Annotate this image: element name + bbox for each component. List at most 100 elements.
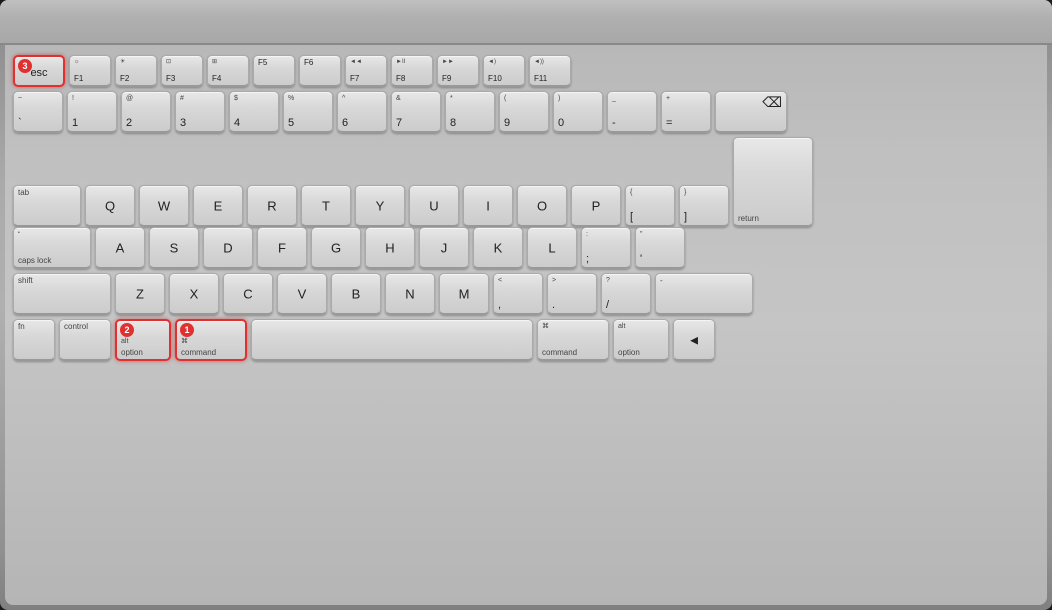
k-key[interactable]: K: [473, 227, 523, 269]
command-left-key[interactable]: 1 ⌘ command: [175, 319, 247, 361]
z-key[interactable]: Z: [115, 273, 165, 315]
3-key[interactable]: # 3: [175, 91, 225, 133]
h-key[interactable]: H: [365, 227, 415, 269]
q-key[interactable]: Q: [85, 185, 135, 227]
o-key[interactable]: O: [517, 185, 567, 227]
equals-key[interactable]: + =: [661, 91, 711, 133]
semicolon-key[interactable]: : ;: [581, 227, 631, 269]
u-key[interactable]: U: [409, 185, 459, 227]
fn-key[interactable]: fn: [13, 319, 55, 361]
fn-key-row: 3 esc ☼ F1 ☀ F2 ⊡ F3 ⊞ F4 F5: [13, 55, 1039, 87]
f1-label: F1: [74, 75, 83, 83]
slash-key[interactable]: ? /: [601, 273, 651, 315]
esc-key[interactable]: 3 esc: [13, 55, 65, 87]
w-key[interactable]: W: [139, 185, 189, 227]
r-key[interactable]: R: [247, 185, 297, 227]
left-arrow-key[interactable]: ◄: [673, 319, 715, 361]
option-right-key[interactable]: alt option: [613, 319, 669, 361]
1-key[interactable]: ! 1: [67, 91, 117, 133]
p-key[interactable]: P: [571, 185, 621, 227]
l-key[interactable]: L: [527, 227, 577, 269]
8-key[interactable]: * 8: [445, 91, 495, 133]
f-key[interactable]: F: [257, 227, 307, 269]
f5-key[interactable]: F5: [253, 55, 295, 87]
return-key[interactable]: return: [733, 137, 813, 227]
7-key[interactable]: & 7: [391, 91, 441, 133]
tilde-key[interactable]: ~ `: [13, 91, 63, 133]
v-key[interactable]: V: [277, 273, 327, 315]
comma-key[interactable]: < ,: [493, 273, 543, 315]
i-key[interactable]: I: [463, 185, 513, 227]
f6-key[interactable]: F6: [299, 55, 341, 87]
caps-dot: •: [18, 231, 20, 236]
f1-key[interactable]: ☼ F1: [69, 55, 111, 87]
minus-key[interactable]: _ -: [607, 91, 657, 133]
9-key[interactable]: ( 9: [499, 91, 549, 133]
slash-main: /: [606, 300, 609, 311]
f6-label: F6: [304, 59, 313, 67]
quote-key[interactable]: " ': [635, 227, 685, 269]
caps-lock-key[interactable]: • caps lock: [13, 227, 91, 269]
b-key[interactable]: B: [331, 273, 381, 315]
f2-label: F2: [120, 75, 129, 83]
4-main: 4: [234, 118, 240, 129]
bracket-right-key[interactable]: } ]: [679, 185, 729, 227]
command-right-top: ⌘: [542, 323, 549, 330]
backspace-key[interactable]: ⌫: [715, 91, 787, 133]
m-key[interactable]: M: [439, 273, 489, 315]
command-right-key[interactable]: ⌘ command: [537, 319, 609, 361]
f3-label: F3: [166, 75, 175, 83]
tilde-top: ~: [18, 95, 22, 102]
j-label: J: [441, 240, 448, 255]
f3-key[interactable]: ⊡ F3: [161, 55, 203, 87]
6-top: ^: [342, 95, 345, 102]
f11-key[interactable]: ◄)) F11: [529, 55, 571, 87]
f4-key[interactable]: ⊞ F4: [207, 55, 249, 87]
d-label: D: [223, 240, 232, 255]
option-right-top: alt: [618, 323, 625, 330]
o-label: O: [537, 198, 547, 213]
e-key[interactable]: E: [193, 185, 243, 227]
a-key[interactable]: A: [95, 227, 145, 269]
shift-left-key[interactable]: shift: [13, 273, 111, 315]
y-key[interactable]: Y: [355, 185, 405, 227]
0-main: 0: [558, 118, 564, 129]
shift-right-key[interactable]: -: [655, 273, 753, 315]
f2-key[interactable]: ☀ F2: [115, 55, 157, 87]
command-top-label: ⌘: [181, 338, 188, 345]
tab-label: tab: [18, 189, 29, 197]
f10-key[interactable]: ◄) F10: [483, 55, 525, 87]
c-key[interactable]: C: [223, 273, 273, 315]
period-key[interactable]: > .: [547, 273, 597, 315]
z-label: Z: [136, 286, 144, 301]
tab-key[interactable]: tab: [13, 185, 81, 227]
5-key[interactable]: % 5: [283, 91, 333, 133]
j-key[interactable]: J: [419, 227, 469, 269]
esc-badge: 3: [18, 59, 32, 73]
6-key[interactable]: ^ 6: [337, 91, 387, 133]
d-key[interactable]: D: [203, 227, 253, 269]
f8-key[interactable]: ►II F8: [391, 55, 433, 87]
control-key[interactable]: control: [59, 319, 111, 361]
keyboard-body: 3 esc ☼ F1 ☀ F2 ⊡ F3 ⊞ F4 F5: [5, 45, 1047, 605]
bracket-left-key[interactable]: { [: [625, 185, 675, 227]
r-label: R: [267, 198, 276, 213]
x-key[interactable]: X: [169, 273, 219, 315]
0-key[interactable]: ) 0: [553, 91, 603, 133]
t-key[interactable]: T: [301, 185, 351, 227]
f7-key[interactable]: ◄◄ F7: [345, 55, 387, 87]
4-key[interactable]: $ 4: [229, 91, 279, 133]
number-key-row: ~ ` ! 1 @ 2 # 3 $ 4 % 5: [13, 91, 1039, 133]
equals-main: =: [666, 118, 672, 129]
f9-key[interactable]: ►► F9: [437, 55, 479, 87]
s-key[interactable]: S: [149, 227, 199, 269]
g-key[interactable]: G: [311, 227, 361, 269]
spacebar-key[interactable]: [251, 319, 533, 361]
2-key[interactable]: @ 2: [121, 91, 171, 133]
n-key[interactable]: N: [385, 273, 435, 315]
3-top: #: [180, 95, 184, 102]
f11-label: F11: [534, 75, 547, 83]
shift-right-label: -: [660, 277, 663, 285]
f9-label: F9: [442, 75, 451, 83]
option-left-key[interactable]: 2 alt option: [115, 319, 171, 361]
